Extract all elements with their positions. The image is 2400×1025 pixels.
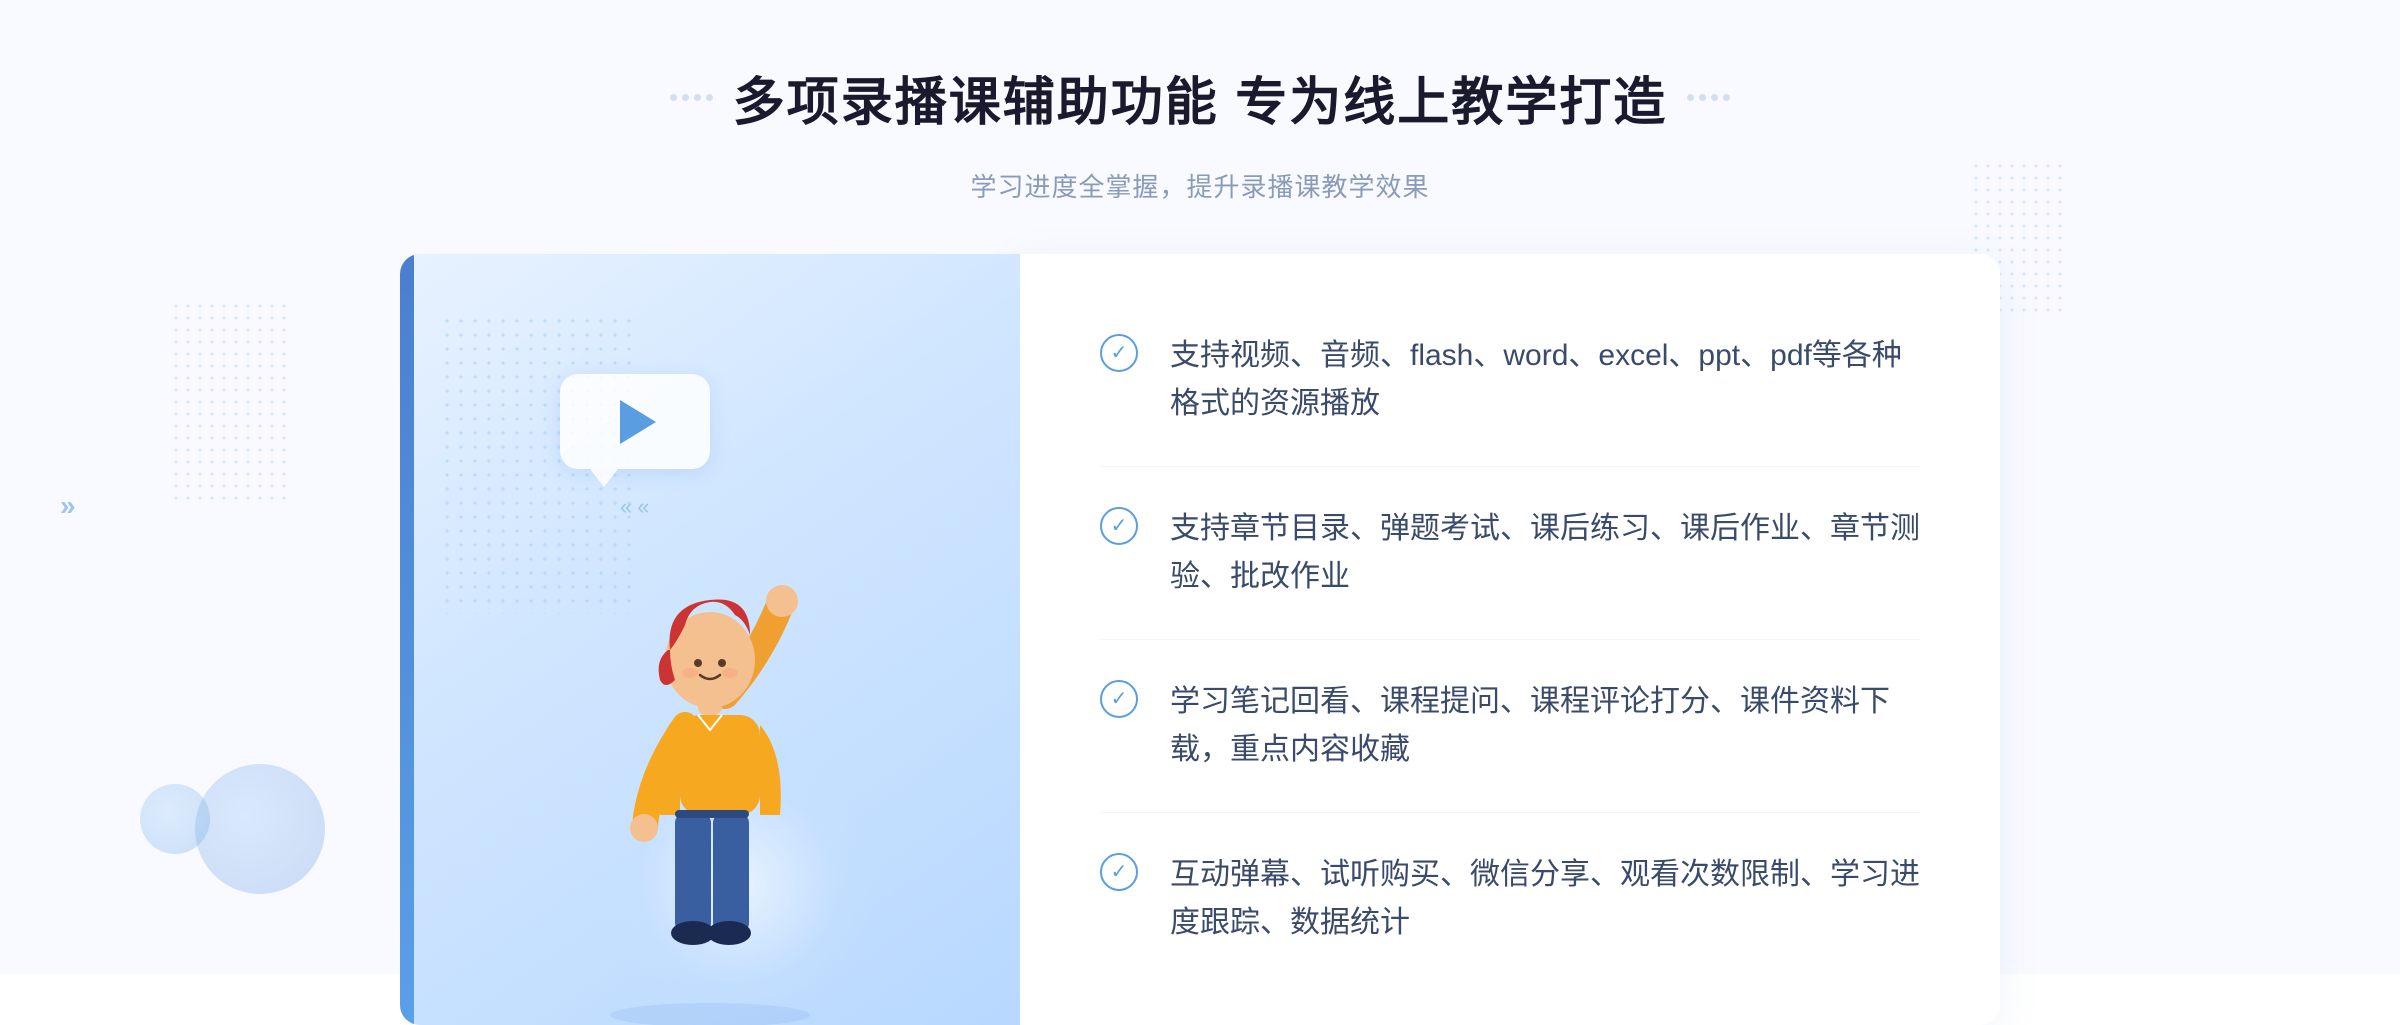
header-section: 多项录播课辅助功能 专为线上教学打造 学习进度全掌握，提升录播课教学效果 [670, 60, 1730, 204]
feature-text-4: 互动弹幕、试听购买、微信分享、观看次数限制、学习进度跟踪、数据统计 [1170, 851, 1920, 947]
chevrons-decoration-left: » [60, 490, 76, 522]
header-dot [694, 94, 701, 101]
page-container: » 多项录播课辅助功能 专为线上教学打造 学习进度全掌握，提升录播课教学效果 [0, 0, 2400, 974]
check-icon-2: ✓ [1100, 507, 1138, 545]
header-dot [682, 94, 689, 101]
feature-item-2: ✓ 支持章节目录、弹题考试、课后练习、课后作业、章节测验、批改作业 [1100, 467, 1920, 640]
header-dot [1711, 94, 1718, 101]
check-mark-icon: ✓ [1111, 689, 1128, 709]
check-circle: ✓ [1100, 507, 1138, 545]
character-svg [550, 505, 870, 1025]
dots-decoration-left [170, 300, 290, 500]
feature-item-1: ✓ 支持视频、音频、flash、word、excel、ppt、pdf等各种格式的… [1100, 294, 1920, 467]
illus-left-bar [400, 254, 414, 1025]
header-dot [1723, 94, 1730, 101]
content-area: « « [400, 254, 2000, 1025]
bubble-tail [590, 469, 618, 487]
feature-text-3: 学习笔记回看、课程提问、课程评论打分、课件资料下载，重点内容收藏 [1170, 678, 1920, 774]
subtitle: 学习进度全掌握，提升录播课教学效果 [970, 167, 1429, 204]
bubble-body [560, 374, 710, 469]
header-dots-right [1687, 94, 1730, 101]
header-dot [706, 94, 713, 101]
header-dots-left [670, 94, 713, 101]
play-icon [620, 400, 656, 444]
check-mark-icon: ✓ [1111, 343, 1128, 363]
feature-item-3: ✓ 学习笔记回看、课程提问、课程评论打分、课件资料下载，重点内容收藏 [1100, 640, 1920, 813]
play-speech-bubble [560, 374, 710, 484]
header-dot [1699, 94, 1706, 101]
deco-circle-large [195, 764, 325, 894]
deco-circle-small [140, 784, 210, 854]
character-figure [550, 505, 870, 1025]
chevron-icon: » [60, 490, 76, 522]
illustration-panel: « « [400, 254, 1020, 1025]
check-icon-3: ✓ [1100, 680, 1138, 718]
check-circle: ✓ [1100, 680, 1138, 718]
feature-text-2: 支持章节目录、弹题考试、课后练习、课后作业、章节测验、批改作业 [1170, 505, 1920, 601]
check-mark-icon: ✓ [1111, 516, 1128, 536]
header-dot [670, 94, 677, 101]
header-dot [1687, 94, 1694, 101]
feature-item-4: ✓ 互动弹幕、试听购买、微信分享、观看次数限制、学习进度跟踪、数据统计 [1100, 813, 1920, 985]
check-icon-4: ✓ [1100, 853, 1138, 891]
features-panel: ✓ 支持视频、音频、flash、word、excel、ppt、pdf等各种格式的… [1020, 254, 2000, 1025]
check-mark-icon: ✓ [1111, 862, 1128, 882]
check-circle: ✓ [1100, 334, 1138, 372]
feature-text-1: 支持视频、音频、flash、word、excel、ppt、pdf等各种格式的资源… [1170, 332, 1920, 428]
check-circle: ✓ [1100, 853, 1138, 891]
check-icon-1: ✓ [1100, 334, 1138, 372]
header-decorators: 多项录播课辅助功能 专为线上教学打造 [670, 60, 1730, 135]
main-title: 多项录播课辅助功能 专为线上教学打造 [733, 60, 1667, 135]
